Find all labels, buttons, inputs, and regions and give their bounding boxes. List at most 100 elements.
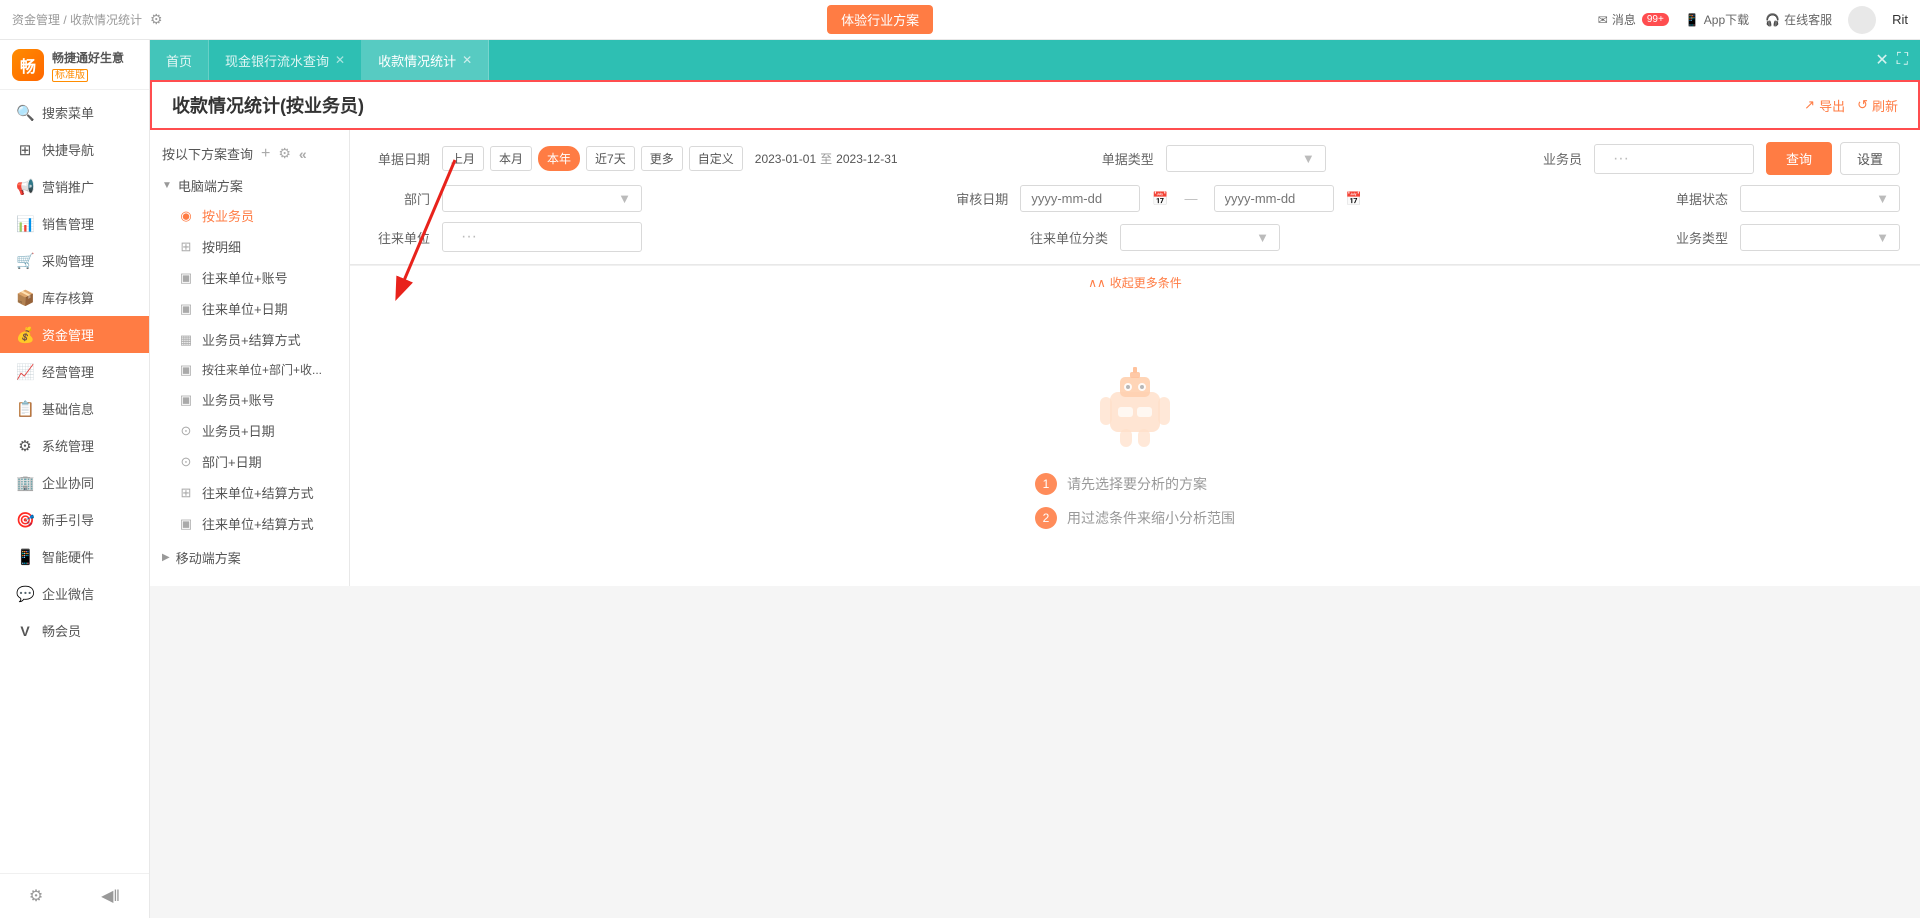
partner-label: 往来单位 xyxy=(370,228,430,247)
tab-bank-flow-close[interactable]: ✕ xyxy=(335,53,345,67)
sidebar-item-inventory[interactable]: 📦 库存核算 xyxy=(0,279,149,316)
guide-icon: 🎯 xyxy=(16,511,34,529)
scheme-item-salesman-account[interactable]: ▣ 业务员+账号 xyxy=(150,384,349,415)
settings-bottom-icon[interactable]: ⚙ xyxy=(21,882,51,910)
sidebar-item-operations[interactable]: 📈 经营管理 xyxy=(0,353,149,390)
biz-type-select[interactable]: ▼ xyxy=(1740,224,1900,251)
sidebar-item-sales[interactable]: 📊 销售管理 xyxy=(0,205,149,242)
calendar-to-icon[interactable]: 📅 xyxy=(1346,191,1362,207)
dept-arrow: ▼ xyxy=(618,191,631,206)
collapse-bar[interactable]: ∧∧ 收起更多条件 xyxy=(350,265,1920,299)
tab-home[interactable]: 首页 xyxy=(150,40,209,80)
dept-date-icon: ⊙ xyxy=(178,454,194,470)
date-btn-7days[interactable]: 近7天 xyxy=(586,146,635,171)
scheme-item-partner-settle2[interactable]: ⊞ 往来单位+结算方式 xyxy=(150,477,349,508)
scheme-item-dept-date[interactable]: ⊙ 部门+日期 xyxy=(150,446,349,477)
avatar[interactable] xyxy=(1848,6,1876,34)
tab-collection-stats[interactable]: 收款情况统计 ✕ xyxy=(362,40,489,80)
sidebar-item-hardware[interactable]: 📱 智能硬件 xyxy=(0,538,149,575)
sidebar-label-sales: 销售管理 xyxy=(42,214,94,233)
doc-status-select[interactable]: ▼ xyxy=(1740,185,1900,212)
filter-area: 单据日期 上月 本月 本年 近7天 更多 自定义 xyxy=(350,130,1920,265)
scheme-collapse-icon[interactable]: « xyxy=(299,146,307,162)
settings-btn[interactable]: 设置 xyxy=(1840,142,1900,175)
sidebar-item-search[interactable]: 🔍 搜索菜单 xyxy=(0,94,149,131)
export-action[interactable]: ↗ 导出 xyxy=(1804,96,1845,115)
message-label: 消息 xyxy=(1612,11,1636,28)
scheme-group-mobile-title[interactable]: ▶ 移动端方案 xyxy=(150,543,349,572)
page-title: 收款情况统计(按业务员) xyxy=(172,92,364,118)
scheme-item-partner-account[interactable]: ▣ 往来单位+账号 xyxy=(150,262,349,293)
sidebar-label-member: 畅会员 xyxy=(42,621,81,640)
scheme-item-by-detail[interactable]: ⊞ 按明细 xyxy=(150,231,349,262)
scheme-item-salesman-date-label: 业务员+日期 xyxy=(202,421,275,440)
trial-btn[interactable]: 体验行业方案 xyxy=(827,5,933,34)
scheme-add-icon[interactable]: + xyxy=(261,145,270,163)
scheme-item-salesman-label: 按业务员 xyxy=(202,206,254,225)
tab-bank-flow[interactable]: 现金银行流水查询 ✕ xyxy=(209,40,362,80)
refresh-action[interactable]: ↺ 刷新 xyxy=(1857,96,1898,115)
review-date-from[interactable] xyxy=(1020,185,1140,212)
partner-select[interactable]: ··· xyxy=(442,222,642,252)
detail-icon: ⊞ xyxy=(178,239,194,255)
scheme-item-partner-settle2-label: 往来单位+结算方式 xyxy=(202,483,314,502)
partner-date-icon: ▣ xyxy=(178,301,194,317)
gear-icon-top[interactable]: ⚙ xyxy=(150,11,163,28)
desktop-group-arrow: ▼ xyxy=(162,180,172,191)
sidebar-item-finance[interactable]: 💰 资金管理 xyxy=(0,316,149,353)
empty-state: 1 请先选择要分析的方案 2 用过滤条件来缩小分析范围 xyxy=(350,299,1920,586)
calendar-from-icon[interactable]: 📅 xyxy=(1152,191,1168,207)
sidebar-item-member[interactable]: V 畅会员 xyxy=(0,612,149,649)
scheme-item-partner-dept[interactable]: ▣ 按往来单位+部门+收... xyxy=(150,355,349,384)
scheme-item-salesman-settle[interactable]: ▦ 业务员+结算方式 xyxy=(150,324,349,355)
doc-type-select[interactable]: ▼ xyxy=(1166,145,1326,172)
sidebar-item-basic[interactable]: 📋 基础信息 xyxy=(0,390,149,427)
dept-label: 部门 xyxy=(370,189,430,208)
date-to: 2023-12-31 xyxy=(836,152,897,166)
sidebar-item-company[interactable]: 🏢 企业协同 xyxy=(0,464,149,501)
query-btn[interactable]: 查询 xyxy=(1766,142,1832,175)
salesman-icon: ◉ xyxy=(178,208,194,224)
partner-dots-icon[interactable]: ··· xyxy=(461,228,477,246)
scheme-item-partner-settle3[interactable]: ▣ 往来单位+结算方式 xyxy=(150,508,349,539)
date-btn-this-month[interactable]: 本月 xyxy=(490,146,532,171)
app-download-action[interactable]: 📱 App下载 xyxy=(1685,11,1749,28)
collapse-sidebar-icon[interactable]: ◀‖ xyxy=(93,882,128,910)
tab-collection-stats-close[interactable]: ✕ xyxy=(462,53,472,67)
sidebar-item-purchase[interactable]: 🛒 采购管理 xyxy=(0,242,149,279)
sidebar-item-system[interactable]: ⚙ 系统管理 xyxy=(0,427,149,464)
marketing-icon: 📢 xyxy=(16,178,34,196)
scheme-item-salesman-date[interactable]: ⊙ 业务员+日期 xyxy=(150,415,349,446)
scheme-item-partner-settle3-label: 往来单位+结算方式 xyxy=(202,514,314,533)
top-header: 资金管理 / 收款情况统计 ⚙ 体验行业方案 ✉ 消息 99+ 📱 App下载 … xyxy=(0,0,1920,40)
salesman-select[interactable]: ··· xyxy=(1594,144,1754,174)
tab-close-all-icon[interactable]: ✕ xyxy=(1875,50,1888,70)
refresh-label: 刷新 xyxy=(1872,96,1898,115)
online-service-action[interactable]: 🎧 在线客服 xyxy=(1765,11,1832,28)
scheme-settings-icon[interactable]: ⚙ xyxy=(278,145,291,162)
message-action[interactable]: ✉ 消息 99+ xyxy=(1598,11,1669,28)
scheme-item-partner-date[interactable]: ▣ 往来单位+日期 xyxy=(150,293,349,324)
logo-area: 畅 畅捷通好生意 标准版 xyxy=(0,40,149,90)
sidebar-item-quick-nav[interactable]: ⊞ 快捷导航 xyxy=(0,131,149,168)
sidebar-item-wechat[interactable]: 💬 企业微信 xyxy=(0,575,149,612)
date-btn-more[interactable]: 更多 xyxy=(641,146,683,171)
dept-select[interactable]: ▼ xyxy=(442,185,642,212)
date-btn-custom[interactable]: 自定义 xyxy=(689,146,743,171)
date-range-sep: 至 xyxy=(820,150,832,167)
review-date-to[interactable] xyxy=(1214,185,1334,212)
partner-type-select[interactable]: ▼ xyxy=(1120,224,1280,251)
scheme-group-desktop-title[interactable]: ▼ 电脑端方案 xyxy=(150,171,349,200)
sidebar-item-guide[interactable]: 🎯 新手引导 xyxy=(0,501,149,538)
review-date-sep: — xyxy=(1181,191,1202,206)
scheme-item-by-salesman[interactable]: ◉ 按业务员 xyxy=(150,200,349,231)
salesman-dots-icon[interactable]: ··· xyxy=(1613,150,1629,168)
tab-expand-icon[interactable]: ⛶ xyxy=(1897,51,1908,69)
partner-type-arrow: ▼ xyxy=(1256,230,1269,245)
date-btn-this-year[interactable]: 本年 xyxy=(538,146,580,171)
sidebar-item-marketing[interactable]: 📢 营销推广 xyxy=(0,168,149,205)
desktop-group-label: 电脑端方案 xyxy=(178,176,243,195)
date-btn-last-month[interactable]: 上月 xyxy=(442,146,484,171)
message-icon: ✉ xyxy=(1598,13,1608,27)
app-download-label: App下载 xyxy=(1704,11,1749,28)
